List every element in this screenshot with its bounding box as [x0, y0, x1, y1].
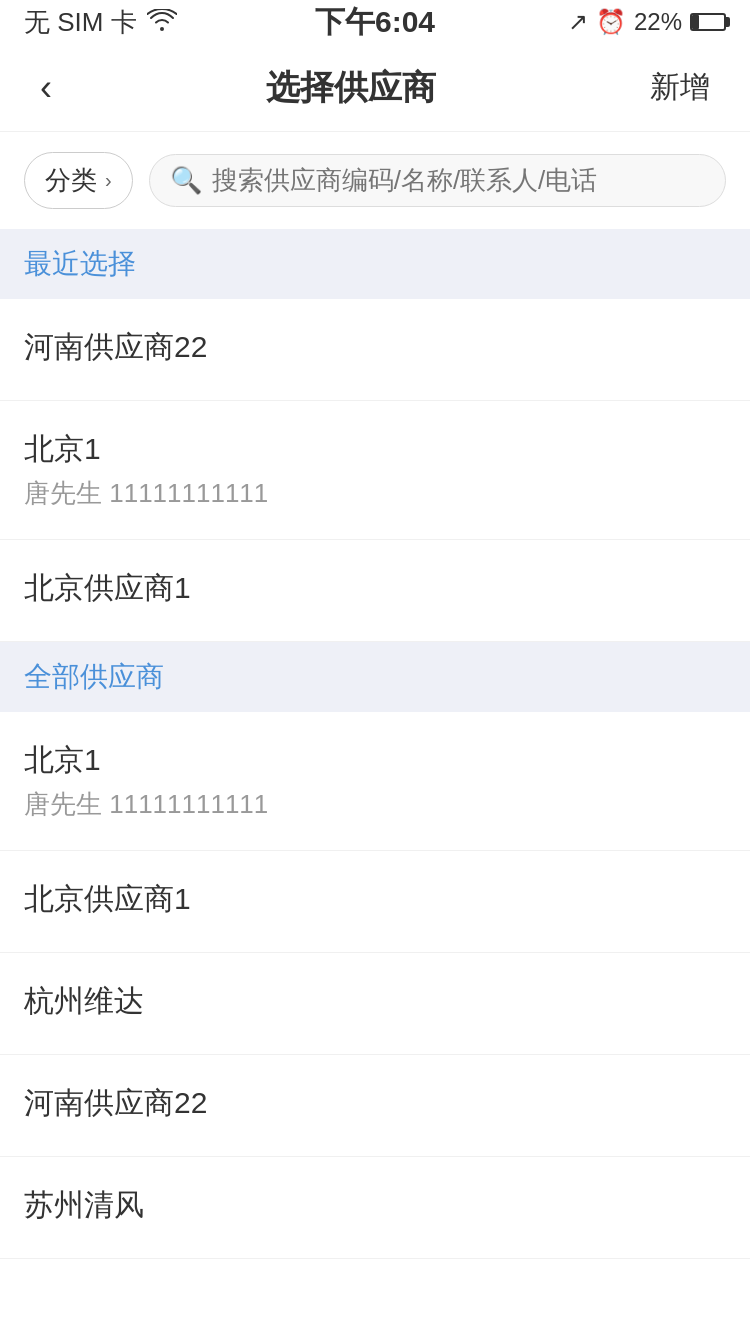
- category-button[interactable]: 分类 ›: [24, 152, 133, 209]
- item-name: 北京供应商1: [24, 879, 726, 920]
- add-button[interactable]: 新增: [640, 57, 720, 118]
- chevron-right-icon: ›: [105, 169, 112, 192]
- list-item[interactable]: 河南供应商22: [0, 1055, 750, 1157]
- list-item[interactable]: 杭州维达: [0, 953, 750, 1055]
- filter-bar: 分类 › 🔍: [0, 132, 750, 229]
- nav-bar: ‹ 选择供应商 新增: [0, 44, 750, 132]
- search-box: 🔍: [149, 154, 726, 207]
- content-list: 最近选择河南供应商22 北京1 唐先生 11111111111 北京供应商1 全部供应商…: [0, 229, 750, 1259]
- wifi-icon: [147, 7, 177, 38]
- list-item[interactable]: 北京供应商1: [0, 540, 750, 642]
- list-item[interactable]: 河南供应商22: [0, 299, 750, 401]
- item-name: 北京1: [24, 740, 726, 781]
- no-sim-text: 无 SIM 卡: [24, 5, 137, 40]
- item-name: 苏州清风: [24, 1185, 726, 1226]
- item-name: 河南供应商22: [24, 327, 726, 368]
- page-title: 选择供应商: [266, 65, 436, 111]
- category-label: 分类: [45, 163, 97, 198]
- search-input[interactable]: [212, 165, 705, 196]
- battery-icon: [690, 13, 726, 31]
- status-right: ↗ ⏰ 22%: [568, 8, 726, 36]
- back-button[interactable]: ‹: [30, 57, 62, 119]
- list-item[interactable]: 北京供应商1: [0, 851, 750, 953]
- item-name: 北京供应商1: [24, 568, 726, 609]
- item-name: 河南供应商22: [24, 1083, 726, 1124]
- search-icon: 🔍: [170, 165, 202, 196]
- list-item[interactable]: 北京1 唐先生 11111111111: [0, 712, 750, 851]
- location-icon: ↗: [568, 8, 588, 36]
- status-bar: 无 SIM 卡 下午6:04 ↗ ⏰ 22%: [0, 0, 750, 44]
- item-name: 北京1: [24, 429, 726, 470]
- section-header-all: 全部供应商: [0, 642, 750, 712]
- status-left: 无 SIM 卡: [24, 5, 177, 40]
- item-detail: 唐先生 11111111111: [24, 787, 726, 822]
- item-detail: 唐先生 11111111111: [24, 476, 726, 511]
- battery-text: 22%: [634, 8, 682, 36]
- alarm-icon: ⏰: [596, 8, 626, 36]
- list-item[interactable]: 北京1 唐先生 11111111111: [0, 401, 750, 540]
- item-name: 杭州维达: [24, 981, 726, 1022]
- list-item[interactable]: 苏州清风: [0, 1157, 750, 1259]
- section-header-recent: 最近选择: [0, 229, 750, 299]
- status-time: 下午6:04: [315, 2, 435, 43]
